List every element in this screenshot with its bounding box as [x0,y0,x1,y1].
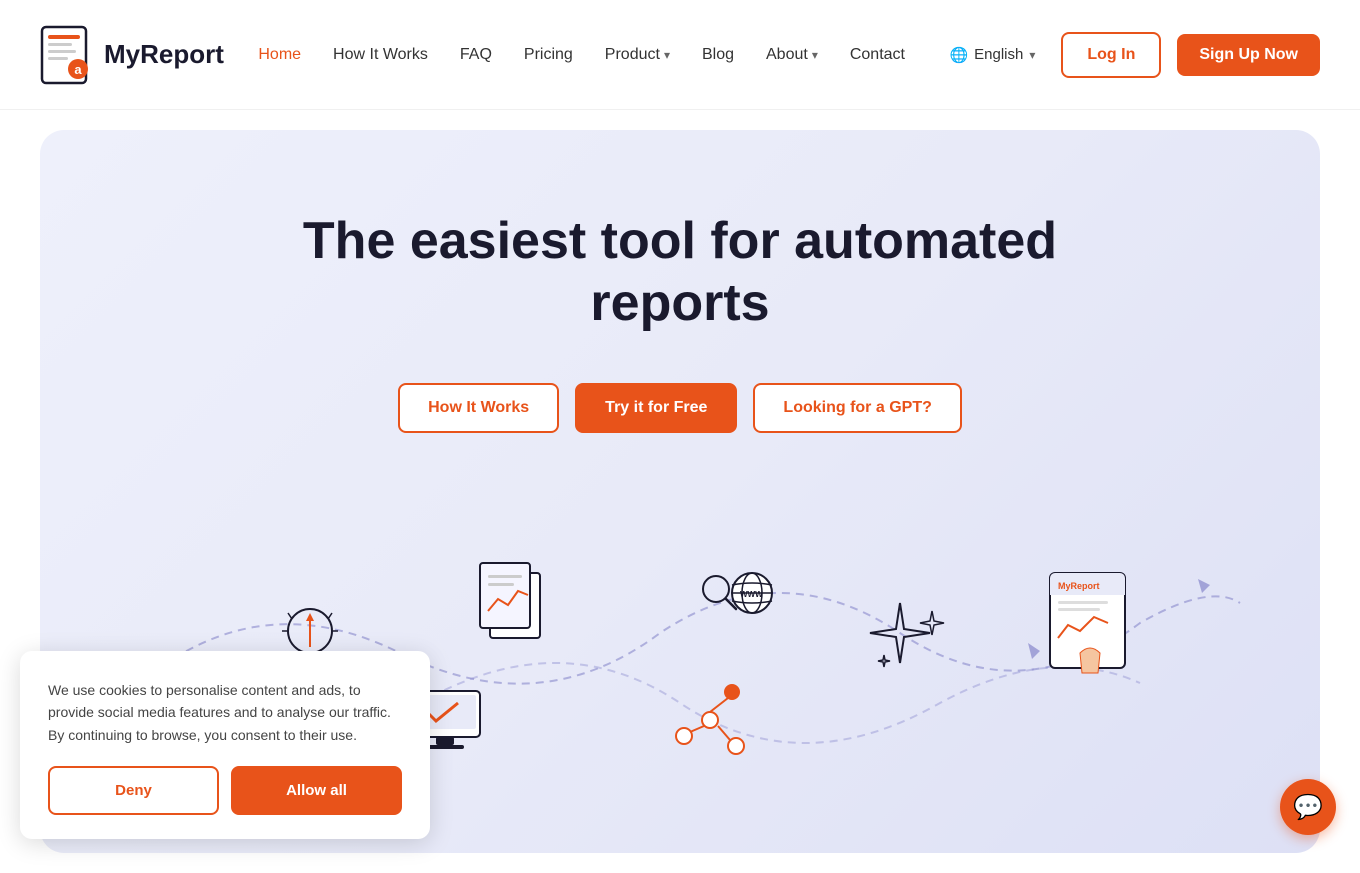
cookie-banner: We use cookies to personalise content an… [20,651,430,839]
allow-button[interactable]: Allow all [231,766,402,815]
try-free-button[interactable]: Try it for Free [575,383,737,433]
nav-contact[interactable]: Contact [850,46,905,63]
chat-icon: 💬 [1293,793,1323,822]
globe-icon: 🌐 [949,46,968,64]
cookie-text: We use cookies to personalise content an… [48,679,402,746]
how-it-works-button[interactable]: How It Works [398,383,559,433]
login-button[interactable]: Log In [1061,32,1161,78]
nav-right: 🌐 English ▾ Log In Sign Up Now [939,32,1320,78]
hero-title: The easiest tool for automated reports [280,210,1080,335]
nav-pricing[interactable]: Pricing [524,46,573,63]
chat-button[interactable]: 💬 [1280,779,1336,835]
svg-text:a: a [74,62,82,77]
brand-name: MyReport [104,39,224,70]
svg-text:WWW: WWW [740,590,763,599]
about-chevron-icon: ▾ [812,48,818,62]
logo-icon: a [40,25,94,85]
svg-text:MyReport: MyReport [1058,581,1100,591]
cookie-buttons: Deny Allow all [48,766,402,815]
logo-link[interactable]: a MyReport [40,25,224,85]
nav-how-it-works[interactable]: How It Works [333,46,428,63]
navbar: a MyReport Home How It Works FAQ Pricing… [0,0,1360,110]
gpt-button[interactable]: Looking for a GPT? [753,383,961,433]
nav-home[interactable]: Home [258,46,301,63]
nav-blog[interactable]: Blog [702,46,734,63]
nav-about-dropdown[interactable]: About ▾ [766,46,818,64]
nav-faq[interactable]: FAQ [460,46,492,63]
language-selector[interactable]: 🌐 English ▾ [939,40,1045,70]
nav-links: Home How It Works FAQ Pricing Product ▾ … [258,46,905,64]
product-chevron-icon: ▾ [664,48,670,62]
hero-buttons: How It Works Try it for Free Looking for… [80,383,1280,433]
nav-product-dropdown[interactable]: Product ▾ [605,46,670,64]
language-label: English [974,46,1023,63]
deny-button[interactable]: Deny [48,766,219,815]
signup-button[interactable]: Sign Up Now [1177,34,1320,76]
lang-chevron-icon: ▾ [1029,48,1035,62]
